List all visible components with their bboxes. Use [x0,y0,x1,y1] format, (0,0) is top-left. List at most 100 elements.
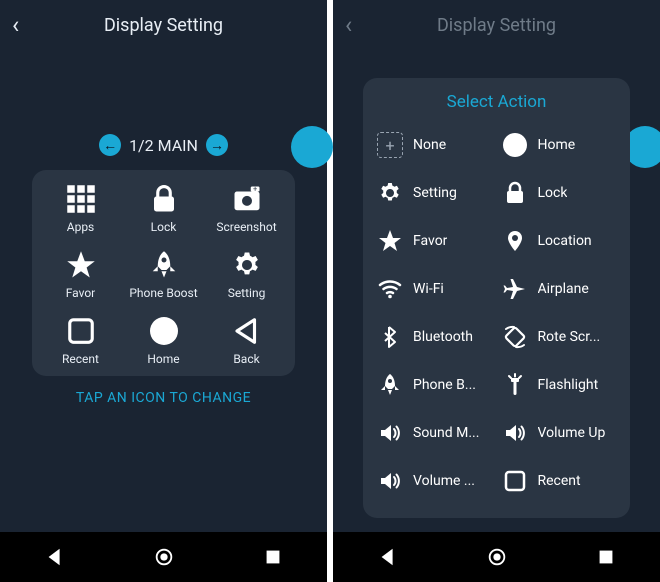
cell-label: Favor [66,286,96,300]
android-navbar [333,532,660,582]
action-flashlight[interactable]: Flashlight [500,366,619,404]
pager-next-button[interactable]: → [206,134,228,156]
action-label: Favor [413,233,447,249]
nav-home-icon[interactable] [149,542,179,572]
cell-label: Lock [151,220,177,234]
action-label: Recent [538,473,581,489]
action-recent[interactable]: Recent [500,462,619,500]
action-label: Bluetooth [413,329,473,345]
cell-label: Recent [62,352,99,366]
wifi-icon [378,277,402,301]
square-icon [503,469,527,493]
top-bar: ‹ Display Setting [333,0,660,50]
action-label: None [413,137,446,153]
nav-back-icon[interactable] [40,542,70,572]
lock-icon [503,181,527,205]
action-label: Airplane [538,281,589,297]
circle-icon [150,317,178,345]
rotate-icon [503,325,527,349]
action-label: Home [538,137,576,153]
action-wi-fi[interactable]: Wi-Fi [375,270,494,308]
select-action-modal: Select Action + None Home Setting Lock Favor L… [363,78,630,518]
android-navbar [0,532,327,582]
action-lock[interactable]: Lock [500,174,619,212]
cell-label: Back [233,352,259,366]
icon-panel: Apps Lock Screenshot Favor Phone Boost Settin… [32,170,295,376]
airplane-icon [503,277,527,301]
rocket-icon [149,250,179,280]
cell-label: Apps [67,220,95,234]
lock-icon [149,184,179,214]
content-area: Select Action + None Home Setting Lock Favor L… [333,50,660,532]
action-home[interactable]: Home [500,126,619,164]
action-label: Location [538,233,592,249]
grid-cell-screenshot[interactable]: Screenshot [210,184,284,234]
action-airplane[interactable]: Airplane [500,270,619,308]
action-location[interactable]: Location [500,222,619,260]
grid-cell-back[interactable]: Back [210,316,284,366]
phone-right: ‹ Display Setting Select Action + None Hom… [333,0,660,582]
action-setting[interactable]: Setting [375,174,494,212]
cell-label: Phone Boost [129,286,197,300]
cell-label: Home [147,352,179,366]
nav-recent-icon[interactable] [591,542,621,572]
star-icon [66,250,96,280]
grid-cell-setting[interactable]: Setting [210,250,284,300]
action-favor[interactable]: Favor [375,222,494,260]
cell-label: Setting [228,286,266,300]
volume-icon [378,421,402,445]
action-bluetooth[interactable]: Bluetooth [375,318,494,356]
action-label: Lock [538,185,568,201]
pin-icon [503,229,527,253]
pager-label: 1/2 MAIN [129,136,198,155]
volume-icon [378,469,402,493]
action-phone-b[interactable]: Phone B... [375,366,494,404]
grid-cell-recent[interactable]: Recent [44,316,118,366]
bluetooth-icon [378,325,402,349]
content-area: ← 1/2 MAIN → Apps Lock Screenshot Favor Phon… [0,50,327,532]
gear-icon [378,181,402,205]
rocket-icon [378,373,402,397]
action-volume-up[interactable]: Volume Up [500,414,619,452]
circle-icon [503,133,527,157]
nav-home-icon[interactable] [482,542,512,572]
action-label: Rote Scr... [538,329,601,345]
grid-cell-apps[interactable]: Apps [44,184,118,234]
action-label: Setting [413,185,457,201]
phone-left: ‹ Display Setting ← 1/2 MAIN → Apps Lock S… [0,0,327,582]
page-title: Display Setting [345,15,648,36]
modal-title: Select Action [363,78,630,122]
floating-touch-dot[interactable] [291,126,333,168]
action-sound-m[interactable]: Sound M... [375,414,494,452]
grid-cell-home[interactable]: Home [127,316,201,366]
grid-cell-phone-boost[interactable]: Phone Boost [127,250,201,300]
star-icon [378,229,402,253]
action-label: Sound M... [413,425,479,441]
grid-cell-lock[interactable]: Lock [127,184,201,234]
cell-label: Screenshot [216,220,276,234]
action-label: Flashlight [538,377,599,393]
action-rote-scr[interactable]: Rote Scr... [500,318,619,356]
square-icon [66,316,96,346]
nav-back-icon[interactable] [373,542,403,572]
volume-icon [503,421,527,445]
gear-icon [232,250,262,280]
flashlight-icon [503,373,527,397]
triangle-left-icon [232,316,262,346]
action-label: Volume Up [538,425,606,441]
apps-icon [66,184,96,214]
action-label: Volume ... [413,473,475,489]
action-volume[interactable]: Volume ... [375,462,494,500]
action-none[interactable]: + None [375,126,494,164]
pager: ← 1/2 MAIN → [0,134,327,156]
grid-cell-favor[interactable]: Favor [44,250,118,300]
page-title: Display Setting [12,15,315,36]
action-label: Phone B... [413,377,476,393]
camera-icon [232,184,262,214]
action-label: Wi-Fi [413,281,444,297]
hint-text: TAP AN ICON TO CHANGE [0,390,327,406]
top-bar: ‹ Display Setting [0,0,327,50]
none-icon: + [377,132,403,158]
nav-recent-icon[interactable] [258,542,288,572]
pager-prev-button[interactable]: ← [99,134,121,156]
